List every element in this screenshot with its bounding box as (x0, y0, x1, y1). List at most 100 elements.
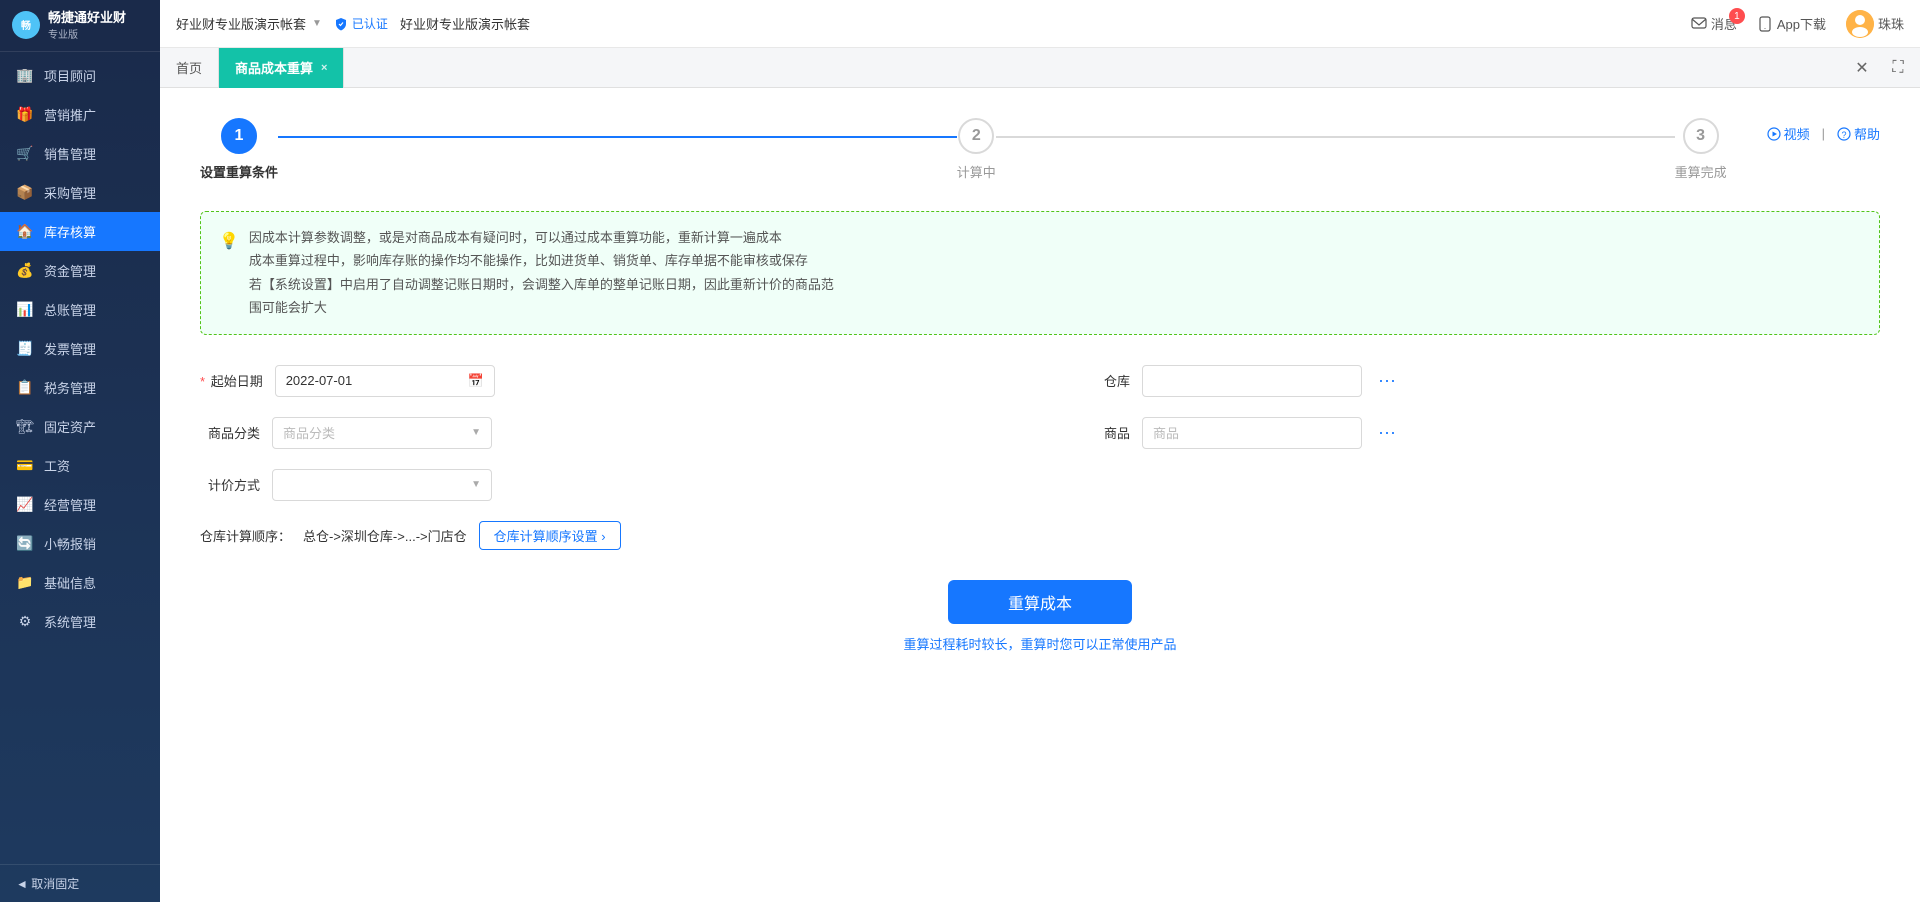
sidebar-header: 畅 畅捷通好业财 专业版 (0, 0, 160, 52)
tab-home-label: 首页 (176, 58, 202, 77)
svg-text:畅: 畅 (21, 19, 31, 32)
svg-text:?: ? (1841, 130, 1846, 140)
sidebar-item-operations[interactable]: 📈 经营管理 (0, 485, 160, 524)
pricing-row: 计价方式 ▼ (200, 469, 1010, 501)
mobile-icon (1757, 16, 1773, 32)
step-3-label: 重算完成 (1675, 162, 1727, 181)
account-name: 好业财专业版演示帐套 (176, 14, 306, 33)
sidebar-item-label: 发票管理 (44, 339, 96, 358)
chevron-down-icon: ▼ (471, 427, 481, 438)
help-icon: ? (1837, 127, 1851, 141)
sidebar-item-expense[interactable]: 🔄 小畅报销 (0, 524, 160, 563)
help-button[interactable]: ? 帮助 (1837, 124, 1880, 143)
info-line-4: 围可能会扩大 (249, 296, 834, 319)
tax-icon: 📋 (16, 378, 34, 396)
start-date-row: * 起始日期 2022-07-01 📅 (200, 365, 1010, 397)
sidebar-item-project[interactable]: 🏢 项目顾问 (0, 56, 160, 95)
tab-close-icon[interactable]: × (321, 62, 327, 74)
tab-recalc-label: 商品成本重算 (235, 58, 313, 77)
start-date-value: 2022-07-01 (286, 373, 353, 388)
step-2-label: 计算中 (957, 162, 996, 181)
sidebar-item-finance[interactable]: 💰 资金管理 (0, 251, 160, 290)
category-row: 商品分类 商品分类 ▼ (200, 417, 1010, 449)
tab-home[interactable]: 首页 (160, 48, 219, 88)
step-3-circle: 3 (1683, 118, 1719, 154)
avatar (1846, 10, 1874, 38)
step-line-1 (278, 136, 957, 138)
sidebar-nav: 🏢 项目顾问 🎁 营销推广 🛒 销售管理 📦 采购管理 🏠 库存核算 💰 资金管… (0, 52, 160, 864)
verified-badge: 已认证 (334, 15, 388, 32)
message-badge: 1 (1729, 8, 1745, 24)
user-profile[interactable]: 珠珠 (1846, 10, 1904, 38)
info-line-3: 若【系统设置】中启用了自动调整记账日期时，会调整入库单的整单记账日期，因此重新计… (249, 273, 834, 296)
step-2: 2 计算中 (957, 118, 996, 181)
step-1: 1 设置重算条件 (200, 118, 278, 181)
sidebar-item-purchase[interactable]: 📦 采购管理 (0, 173, 160, 212)
product-row: 商品 商品 ··· (1070, 417, 1880, 449)
info-line-2: 成本重算过程中，影响库存账的操作均不能操作，比如进货单、销货单、库存单据不能审核… (249, 249, 834, 272)
tabbar: 首页 商品成本重算 × ✕ ⛶ (160, 48, 1920, 88)
sidebar-item-label: 税务管理 (44, 378, 96, 397)
warehouse-order-label: 仓库计算顺序： (200, 526, 291, 545)
step-3: 3 重算完成 (1675, 118, 1727, 181)
product-label: 商品 (1070, 423, 1130, 442)
sidebar-item-label: 总账管理 (44, 300, 96, 319)
recalc-section: 重算成本 重算过程耗时较长，重算时您可以正常使用产品 (200, 580, 1880, 653)
sidebar-item-payroll[interactable]: 💳 工资 (0, 446, 160, 485)
warehouse-more-icon[interactable]: ··· (1374, 370, 1396, 391)
recalc-hint: 重算过程耗时较长，重算时您可以正常使用产品 (903, 634, 1176, 653)
expand-window-button[interactable]: ⛶ (1884, 54, 1912, 82)
chevron-down-icon: ▼ (471, 479, 481, 490)
required-star: * (200, 374, 205, 389)
message-icon (1691, 16, 1707, 32)
sidebar-item-label: 采购管理 (44, 183, 96, 202)
close-window-button[interactable]: ✕ (1848, 54, 1876, 82)
main-area: 好业财专业版演示帐套 ▼ 已认证 好业财专业版演示帐套 消息 1 App下载 珠… (160, 0, 1920, 902)
tab-recalc[interactable]: 商品成本重算 × (219, 48, 344, 88)
warehouse-order-value: 总仓->深圳仓库->...->门店仓 (303, 526, 467, 545)
sidebar-item-label: 基础信息 (44, 573, 96, 592)
form-grid: * 起始日期 2022-07-01 📅 仓库 ··· 商品分类 (200, 365, 1880, 501)
topbar-right: 消息 1 App下载 珠珠 (1691, 10, 1904, 38)
message-button[interactable]: 消息 1 (1691, 14, 1737, 33)
accounting-icon: 📊 (16, 300, 34, 318)
info-line-1: 因成本计算参数调整，或是对商品成本有疑问时，可以通过成本重算功能，重新计算一遍成… (249, 226, 834, 249)
step-2-circle: 2 (958, 118, 994, 154)
verified-account-name: 好业财专业版演示帐套 (400, 14, 530, 33)
sidebar-item-assets[interactable]: 🏗 固定资产 (0, 407, 160, 446)
sidebar-item-sales[interactable]: 🛒 销售管理 (0, 134, 160, 173)
pricing-select[interactable]: ▼ (272, 469, 492, 501)
sidebar-item-accounting[interactable]: 📊 总账管理 (0, 290, 160, 329)
app-title: 畅捷通好业财 (48, 10, 126, 26)
unpin-label: ◄ 取消固定 (16, 875, 79, 892)
warehouse-input[interactable] (1142, 365, 1362, 397)
sidebar-item-label: 经营管理 (44, 495, 96, 514)
play-icon (1767, 127, 1781, 141)
warehouse-order-settings-button[interactable]: 仓库计算顺序设置 › (479, 521, 621, 550)
sidebar-item-label: 系统管理 (44, 612, 96, 631)
sidebar-item-system[interactable]: ⚙ 系统管理 (0, 602, 160, 641)
sidebar-item-marketing[interactable]: 🎁 营销推广 (0, 95, 160, 134)
finance-icon: 💰 (16, 261, 34, 279)
product-input[interactable]: 商品 (1142, 417, 1362, 449)
app-download-button[interactable]: App下载 (1757, 14, 1826, 33)
recalc-button[interactable]: 重算成本 (948, 580, 1132, 624)
sidebar-unpin[interactable]: ◄ 取消固定 (0, 864, 160, 902)
chevron-down-icon: ▼ (312, 18, 322, 29)
sidebar-item-tax[interactable]: 📋 税务管理 (0, 368, 160, 407)
start-date-input[interactable]: 2022-07-01 📅 (275, 365, 495, 397)
app-download-label: App下载 (1777, 14, 1826, 33)
assets-icon: 🏗 (16, 417, 34, 435)
sidebar-item-basic[interactable]: 📁 基础信息 (0, 563, 160, 602)
account-selector[interactable]: 好业财专业版演示帐套 ▼ (176, 14, 322, 33)
info-box: 💡 因成本计算参数调整，或是对商品成本有疑问时，可以通过成本重算功能，重新计算一… (200, 211, 1880, 335)
video-button[interactable]: 视频 (1767, 124, 1810, 143)
sidebar-item-invoice[interactable]: 🧾 发票管理 (0, 329, 160, 368)
user-name: 珠珠 (1878, 14, 1904, 33)
category-select[interactable]: 商品分类 ▼ (272, 417, 492, 449)
sidebar-item-inventory[interactable]: 🏠 库存核算 (0, 212, 160, 251)
product-more-icon[interactable]: ··· (1374, 422, 1396, 443)
sidebar: 畅 畅捷通好业财 专业版 🏢 项目顾问 🎁 营销推广 🛒 销售管理 📦 采购管理… (0, 0, 160, 902)
project-icon: 🏢 (16, 66, 34, 84)
sales-icon: 🛒 (16, 144, 34, 162)
